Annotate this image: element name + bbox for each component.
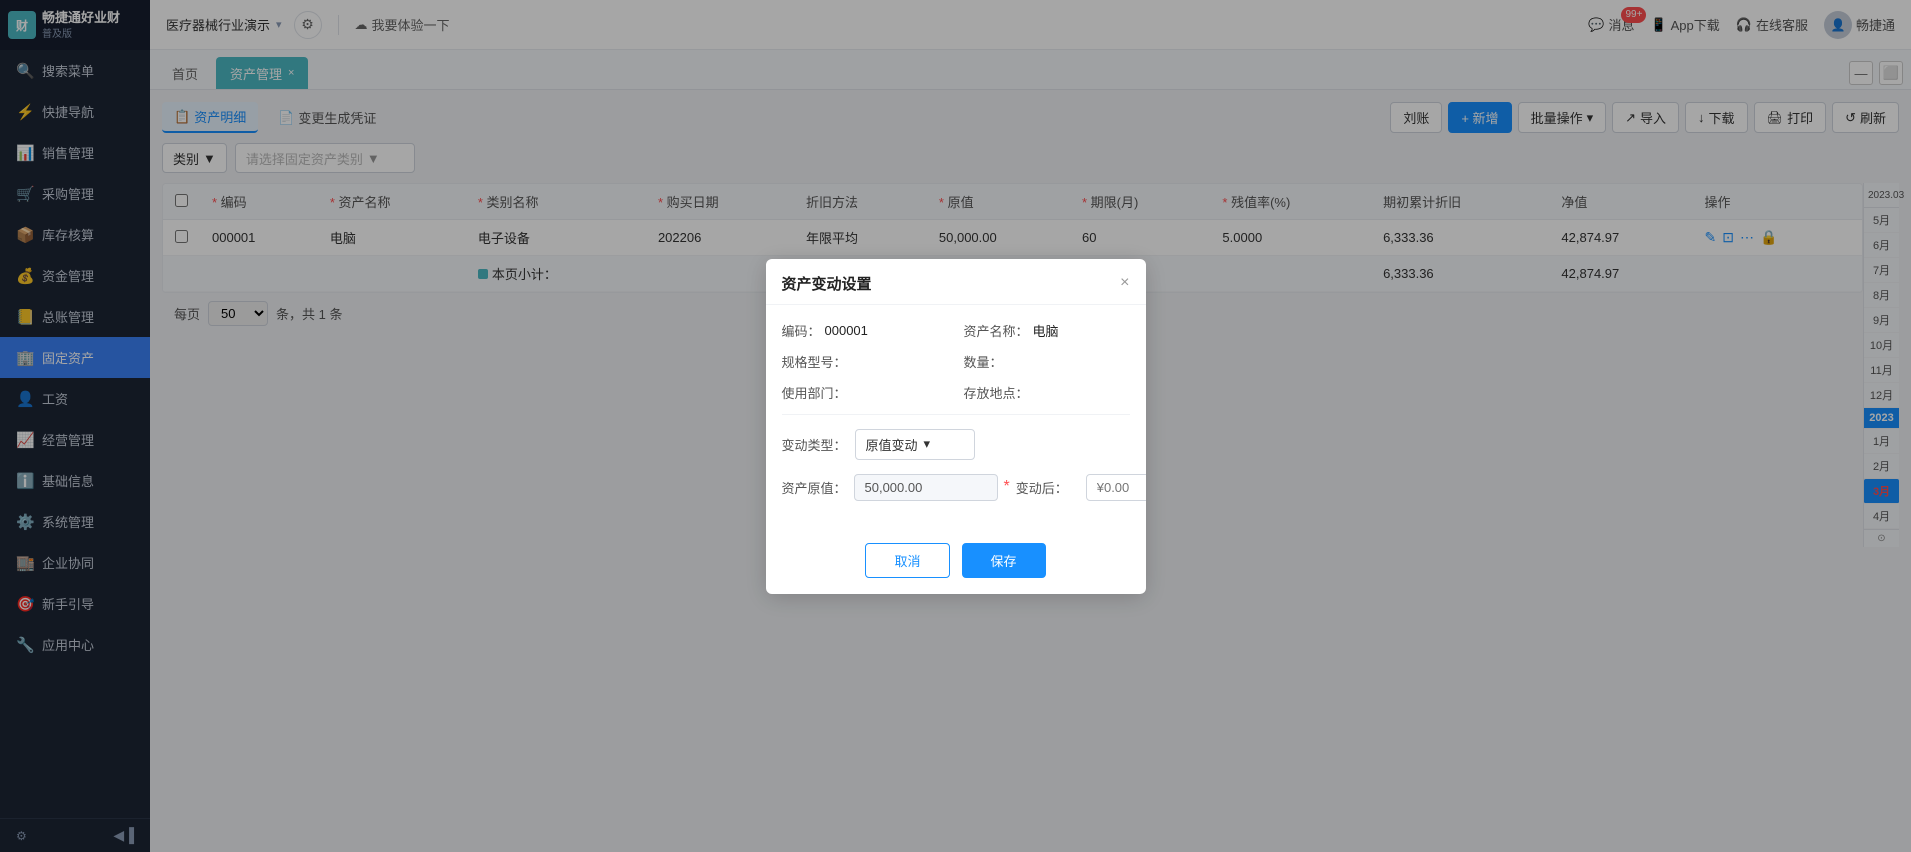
dialog-overlay: 资产变动设置 × 编码： 000001 资产名称： 电脑 规格型号： — [0, 0, 1911, 852]
cancel-button[interactable]: 取消 — [865, 543, 949, 578]
change-type-select[interactable]: 原值变动 ▾ — [855, 429, 975, 460]
dialog-divider — [782, 414, 1130, 415]
location-field: 存放地点： — [964, 383, 1130, 402]
change-type-row: 变动类型： 原值变动 ▾ — [782, 429, 1130, 460]
value-row: 资产原值： 50,000.00 * 变动后： — [782, 474, 1130, 501]
code-field: 编码： 000001 — [782, 321, 948, 340]
save-button[interactable]: 保存 — [962, 543, 1046, 578]
dialog-row-3: 使用部门： 存放地点： — [782, 383, 1130, 402]
code-value: 000001 — [825, 323, 868, 338]
asset-change-dialog: 资产变动设置 × 编码： 000001 资产名称： 电脑 规格型号： — [766, 259, 1146, 594]
dialog-body: 编码： 000001 资产名称： 电脑 规格型号： 数量： — [766, 305, 1146, 531]
asset-name-label: 资产名称： — [964, 321, 1029, 340]
original-value-display: 50,000.00 — [854, 474, 998, 501]
dialog-close-button[interactable]: × — [1120, 275, 1129, 291]
after-change-label: 变动后： — [1016, 478, 1080, 497]
spec-label: 规格型号： — [782, 352, 847, 371]
dialog-footer: 取消 保存 — [766, 531, 1146, 594]
location-label: 存放地点： — [964, 383, 1029, 402]
dialog-row-2: 规格型号： 数量： — [782, 352, 1130, 371]
dept-label: 使用部门： — [782, 383, 847, 402]
change-type-arrow: ▾ — [924, 436, 931, 452]
quantity-label: 数量： — [964, 352, 1003, 371]
value-control: 50,000.00 * 变动后： — [854, 474, 1146, 501]
code-label: 编码： — [782, 321, 821, 340]
dept-field: 使用部门： — [782, 383, 948, 402]
original-value-label: 资产原值： — [782, 478, 846, 497]
quantity-field: 数量： — [964, 352, 1130, 371]
dialog-title: 资产变动设置 — [782, 273, 872, 294]
change-type-label: 变动类型： — [782, 435, 847, 454]
asset-name-value: 电脑 — [1033, 321, 1059, 340]
required-mark: * — [1004, 478, 1010, 496]
change-type-value: 原值变动 — [866, 435, 918, 454]
dialog-row-1: 编码： 000001 资产名称： 电脑 — [782, 321, 1130, 340]
after-change-input[interactable] — [1086, 474, 1146, 501]
dialog-header: 资产变动设置 × — [766, 259, 1146, 305]
change-type-control: 原值变动 ▾ — [855, 429, 1130, 460]
spec-field: 规格型号： — [782, 352, 948, 371]
asset-name-field: 资产名称： 电脑 — [964, 321, 1130, 340]
